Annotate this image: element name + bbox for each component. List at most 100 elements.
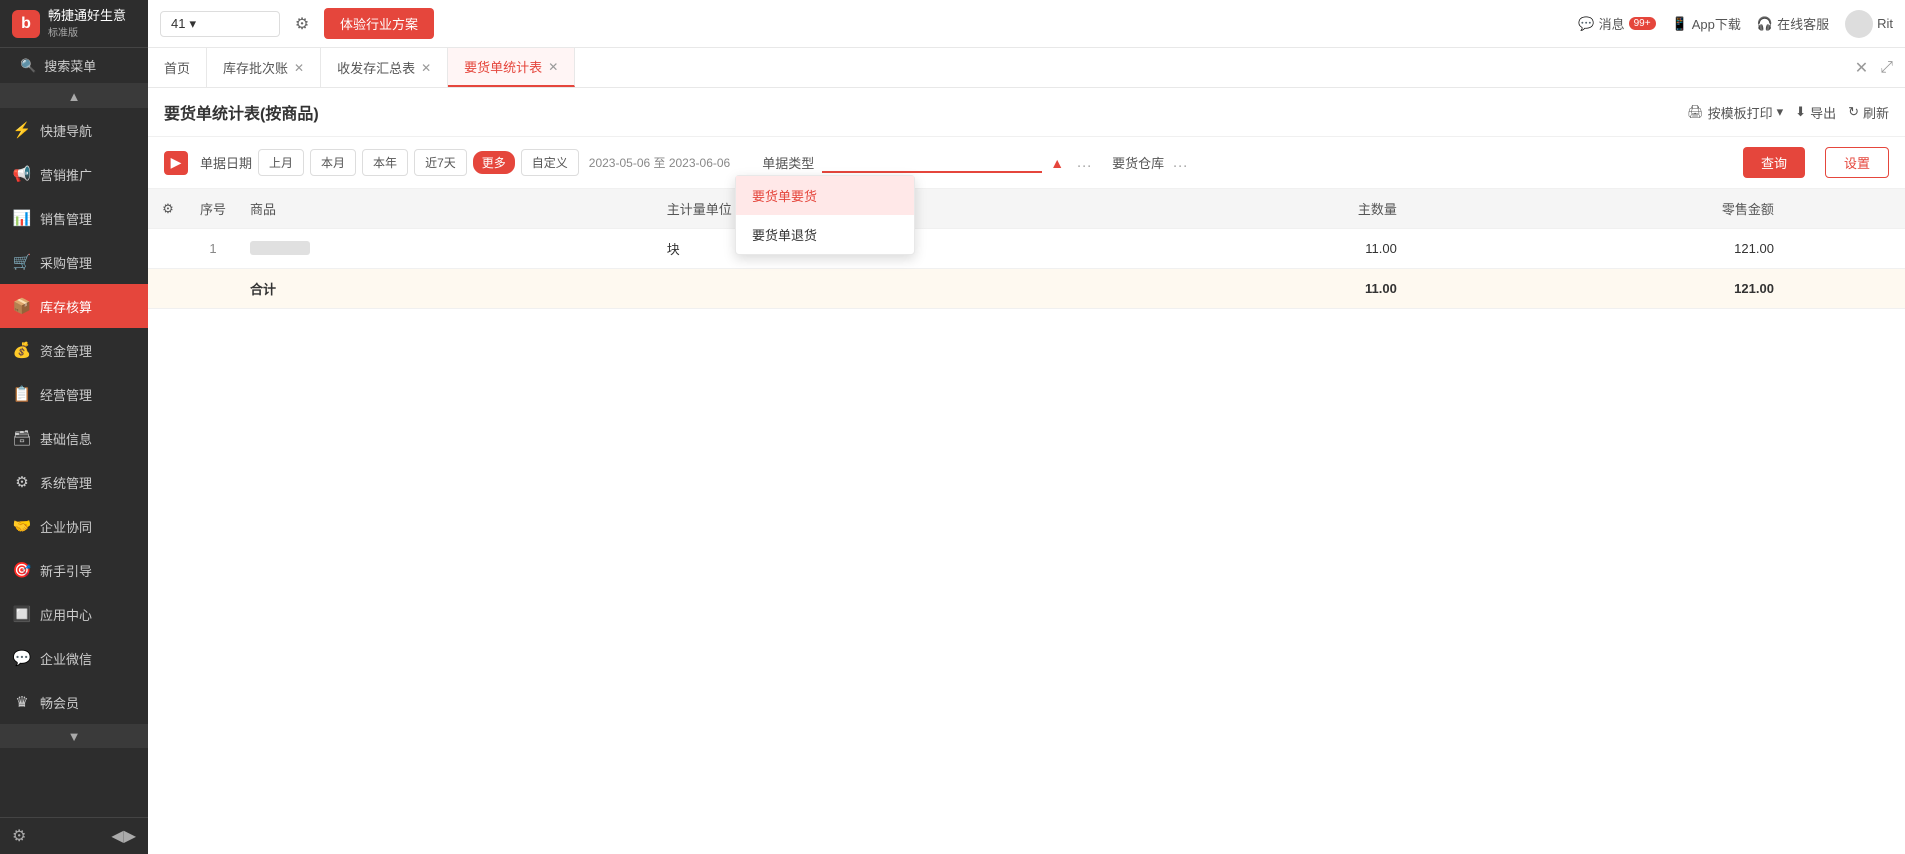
row-extra-cell	[1786, 229, 1905, 269]
tab-receivable-label: 收发存汇总表	[337, 58, 415, 77]
app-logo-icon: b	[12, 10, 40, 38]
sidebar-item-appstore[interactable]: 🔲 应用中心	[0, 592, 148, 636]
query-button[interactable]: 查询	[1743, 147, 1805, 178]
tab-requisition-stats-close[interactable]: ✕	[548, 60, 558, 74]
messages-button[interactable]: 💬 消息 99+	[1578, 14, 1655, 33]
date-last-7-days-button[interactable]: 近7天	[414, 149, 467, 176]
sidebar-item-purchase[interactable]: 🛒 采购管理	[0, 240, 148, 284]
footer-qty-cell: 11.00	[1096, 269, 1409, 309]
type-dropdown: 要货单要货 要货单退货	[735, 175, 915, 255]
topbar-gear-button[interactable]: ⚙	[288, 10, 316, 38]
trial-button[interactable]: 体验行业方案	[324, 8, 434, 39]
refresh-icon: ↻	[1848, 104, 1859, 120]
vip-icon: ♛	[12, 692, 32, 712]
company-selector[interactable]: 41 ▾	[160, 11, 280, 37]
date-this-month-button[interactable]: 本月	[310, 149, 356, 176]
warehouse-more-button[interactable]: …	[1172, 154, 1188, 172]
dropdown-item-requisition-return[interactable]: 要货单退货	[736, 215, 914, 254]
sidebar-scroll-down[interactable]: ▼	[0, 724, 148, 748]
sidebar-item-marketing[interactable]: 📢 营销推广	[0, 152, 148, 196]
type-select-arrow-up[interactable]: ▲	[1050, 155, 1064, 171]
sidebar-item-label: 经营管理	[40, 385, 92, 404]
tab-receivable-close[interactable]: ✕	[421, 61, 431, 75]
date-more-button[interactable]: 更多	[473, 151, 515, 174]
online-service-button[interactable]: 🎧 在线客服	[1757, 14, 1829, 33]
table-settings-button[interactable]: 设置	[1825, 147, 1889, 178]
filter-bar: ▶ 单据日期 上月 本月 本年 近7天 更多 自定义 2023-05-06 至 …	[148, 137, 1905, 189]
finance-icon: 💰	[12, 340, 32, 360]
sidebar-item-label: 采购管理	[40, 253, 92, 272]
wechat-icon: 💬	[12, 648, 32, 668]
sidebar-item-system[interactable]: ⚙ 系统管理	[0, 460, 148, 504]
company-dropdown-icon: ▾	[189, 16, 196, 32]
table-row: 1 块 11.00 121.00	[148, 229, 1905, 269]
tabbar: 首页 库存批次账 ✕ 收发存汇总表 ✕ 要货单统计表 ✕ ✕ ⤢	[148, 48, 1905, 88]
table-header-row: ⚙ 序号 商品 主计量单位 主数量 零售金额	[148, 189, 1905, 229]
page-content: 要货单统计表(按商品) 🖨 按模板打印 ▾ ⬇ 导出 ↻ 刷新	[148, 88, 1905, 854]
sidebar-item-quick-nav[interactable]: ⚡ 快捷导航	[0, 108, 148, 152]
tab-home[interactable]: 首页	[148, 48, 207, 87]
sidebar-item-label: 畅会员	[40, 693, 79, 712]
row-amount-cell: 121.00	[1409, 229, 1786, 269]
dropdown-item-requisition-order[interactable]: 要货单要货	[736, 176, 914, 215]
sidebar-item-label: 资金管理	[40, 341, 92, 360]
print-template-button[interactable]: 🖨 按模板打印 ▾	[1687, 103, 1783, 122]
print-template-label: 按模板打印	[1708, 103, 1773, 122]
warehouse-label: 要货仓库	[1112, 153, 1164, 172]
sidebar-item-wechat[interactable]: 💬 企业微信	[0, 636, 148, 680]
user-profile[interactable]: Rit	[1845, 10, 1893, 38]
footer-settings-cell	[148, 269, 188, 309]
service-icon: 🎧	[1757, 16, 1773, 32]
printer-icon: 🖨	[1687, 104, 1704, 120]
type-select-input[interactable]	[822, 152, 1042, 173]
table-wrap: ⚙ 序号 商品 主计量单位 主数量 零售金额 1	[148, 189, 1905, 309]
settings-icon[interactable]: ⚙	[12, 826, 26, 846]
date-last-month-button[interactable]: 上月	[258, 149, 304, 176]
sidebar-scroll-up[interactable]: ▲	[0, 84, 148, 108]
tab-expand-button[interactable]: ⤢	[1876, 55, 1897, 81]
export-icon: ⬇	[1795, 104, 1806, 120]
type-select-more[interactable]: …	[1076, 154, 1092, 172]
tab-inventory-batch-close[interactable]: ✕	[294, 61, 304, 75]
sidebar-bottom: ⚙ ◀▶	[0, 817, 148, 854]
sidebar-item-enterprise[interactable]: 🤝 企业协同	[0, 504, 148, 548]
table-col-num: 序号	[188, 189, 238, 229]
tab-requisition-stats[interactable]: 要货单统计表 ✕	[448, 48, 575, 87]
app-sub: 标准版	[48, 24, 126, 39]
search-menu[interactable]: 🔍 搜索菜单	[0, 48, 148, 84]
footer-num-cell	[188, 269, 238, 309]
appstore-icon: 🔲	[12, 604, 32, 624]
sidebar-item-label: 系统管理	[40, 473, 92, 492]
app-download-button[interactable]: 📱 App下载	[1672, 14, 1741, 33]
sidebar-item-guide[interactable]: 🎯 新手引导	[0, 548, 148, 592]
sidebar-item-operations[interactable]: 📋 经营管理	[0, 372, 148, 416]
date-this-year-button[interactable]: 本年	[362, 149, 408, 176]
dropdown-item-label: 要货单要货	[752, 189, 817, 204]
sidebar-item-finance[interactable]: 💰 资金管理	[0, 328, 148, 372]
sidebar-nav: ▲ ⚡ 快捷导航 📢 营销推广 📊 销售管理 🛒 采购管理 📦 库存核算 💰 资…	[0, 84, 148, 817]
tab-receivable[interactable]: 收发存汇总表 ✕	[321, 48, 448, 87]
table-col-product: 商品	[238, 189, 655, 229]
user-avatar	[1845, 10, 1873, 38]
refresh-button[interactable]: ↻ 刷新	[1848, 103, 1889, 122]
sidebar-item-inventory[interactable]: 📦 库存核算	[0, 284, 148, 328]
sidebar-item-label: 库存核算	[40, 297, 92, 316]
operations-icon: 📋	[12, 384, 32, 404]
tab-inventory-batch[interactable]: 库存批次账 ✕	[207, 48, 321, 87]
collapse-icon[interactable]: ◀▶	[111, 826, 136, 846]
filter-expand-button[interactable]: ▶	[164, 151, 188, 175]
sidebar-item-label: 销售管理	[40, 209, 92, 228]
sidebar-item-label: 企业协同	[40, 517, 92, 536]
date-custom-button[interactable]: 自定义	[521, 149, 579, 176]
messages-label: 消息	[1599, 14, 1625, 33]
table-col-settings[interactable]: ⚙	[148, 189, 188, 229]
sidebar-item-vip[interactable]: ♛ 畅会员	[0, 680, 148, 724]
export-button[interactable]: ⬇ 导出	[1795, 103, 1836, 122]
topbar: 41 ▾ ⚙ 体验行业方案 💬 消息 99+ 📱 App下载 🎧 在线客服	[148, 0, 1905, 48]
sidebar-item-sales[interactable]: 📊 销售管理	[0, 196, 148, 240]
message-badge: 99+	[1629, 17, 1656, 30]
message-icon: 💬	[1578, 16, 1594, 32]
tab-close-all-button[interactable]: ✕	[1851, 54, 1872, 82]
sidebar-item-basic[interactable]: 🗃 基础信息	[0, 416, 148, 460]
page-title: 要货单统计表(按商品)	[164, 100, 319, 124]
